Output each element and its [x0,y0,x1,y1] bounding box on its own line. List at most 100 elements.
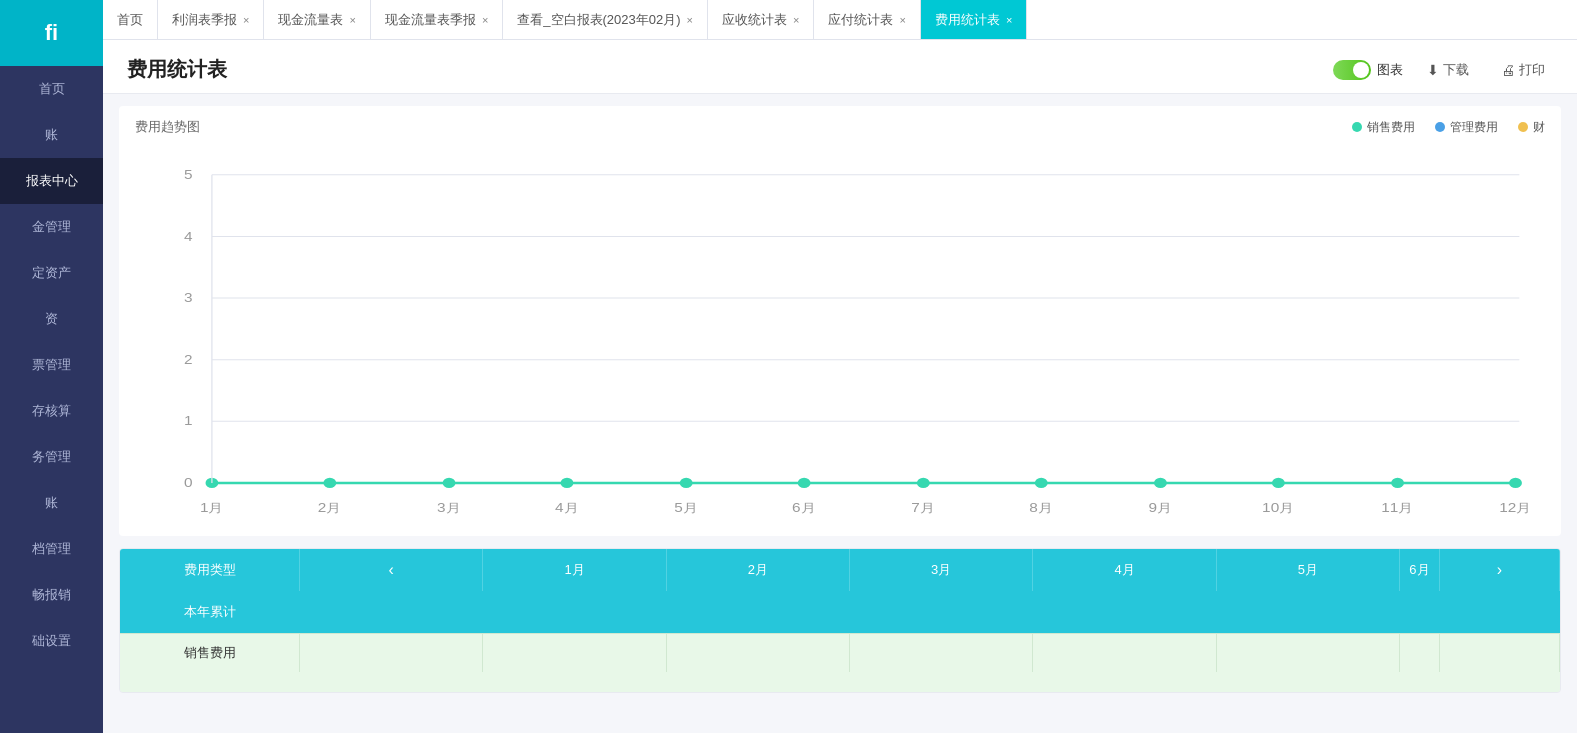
svg-text:8月: 8月 [1029,500,1053,514]
sidebar-item-home[interactable]: 首页 [0,66,103,112]
svg-text:3: 3 [184,291,193,305]
close-tab-profit[interactable]: × [243,14,249,26]
svg-point-30 [917,478,930,488]
close-tab-cashflow-quarterly[interactable]: × [482,14,488,26]
col-nav-next[interactable]: › [1440,549,1560,591]
sidebar-item-fund-mgmt[interactable]: 金管理 [0,204,103,250]
sidebar-item-account[interactable]: 账 [0,112,103,158]
chart-header: 费用趋势图 销售费用 管理费用 财 [135,118,1545,136]
svg-text:10月: 10月 [1262,500,1295,514]
svg-text:12月: 12月 [1499,500,1532,514]
close-tab-receivable[interactable]: × [793,14,799,26]
svg-point-35 [1509,478,1522,488]
sidebar-item-capital[interactable]: 资 [0,296,103,342]
sidebar-item-cancel[interactable]: 畅报销 [0,572,103,618]
legend-label-finance: 财 [1533,119,1545,136]
download-button[interactable]: ⬇ 下载 [1419,57,1477,83]
col-mar: 3月 [850,549,1033,591]
svg-text:6月: 6月 [792,500,816,514]
app-logo: fi [0,0,103,66]
svg-text:11月: 11月 [1381,500,1414,514]
cell-may [1217,634,1400,672]
svg-point-34 [1391,478,1404,488]
cell-mar [850,634,1033,672]
cell-nav-space [300,634,483,672]
table-row: 销售费用 [120,633,1560,692]
col-nav-prev[interactable]: ‹ [300,549,483,591]
tab-profit-quarterly[interactable]: 利润表季报 × [158,0,264,40]
table-header: 费用类型 ‹ 1月 2月 3月 4月 5月 6月 [120,549,1560,633]
col-may: 5月 [1217,549,1400,591]
sidebar-item-service[interactable]: 务管理 [0,434,103,480]
chart-container: 5 4 3 2 1 0 1月 2月 3月 4月 5月 6月 7月 8月 9月 [135,144,1545,524]
svg-text:5月: 5月 [674,500,698,514]
col-ytd: 本年累计 [120,591,300,633]
svg-point-33 [1272,478,1285,488]
svg-text:5: 5 [184,167,193,181]
tabs-bar: 首页 利润表季报 × 现金流量表 × 现金流量表季报 × 查看_空白报表(202… [103,0,1577,40]
svg-text:0: 0 [184,476,193,490]
legend-mgmt: 管理费用 [1435,119,1498,136]
header-actions: 图表 ⬇ 下载 🖨 打印 [1333,57,1553,83]
svg-text:3月: 3月 [437,500,461,514]
sidebar-item-report-center[interactable]: 报表中心 [0,158,103,204]
tab-expense[interactable]: 费用统计表 × [921,0,1027,40]
print-button[interactable]: 🖨 打印 [1493,57,1553,83]
svg-text:4月: 4月 [555,500,579,514]
chart-section: 费用趋势图 销售费用 管理费用 财 [119,106,1561,536]
sidebar-item-inventory[interactable]: 存核算 [0,388,103,434]
chart-toggle-wrap: 图表 [1333,60,1403,80]
tab-home[interactable]: 首页 [103,0,158,40]
svg-text:4: 4 [184,229,193,243]
page-header: 费用统计表 图表 ⬇ 下载 🖨 打印 [103,40,1577,94]
svg-point-31 [1035,478,1048,488]
tab-blank-report[interactable]: 查看_空白报表(2023年02月) × [503,0,708,40]
svg-point-25 [323,478,336,488]
sidebar-item-archive[interactable]: 档管理 [0,526,103,572]
legend-finance: 财 [1518,119,1545,136]
cell-ytd [120,672,300,692]
close-tab-blank-report[interactable]: × [687,14,693,26]
tab-cashflow[interactable]: 现金流量表 × [264,0,370,40]
tab-receivable[interactable]: 应收统计表 × [708,0,814,40]
svg-point-26 [443,478,456,488]
sidebar: fi 首页 账 报表中心 金管理 定资产 资 票管理 存核算 务管理 账 档管理… [0,0,103,733]
page-title: 费用统计表 [127,56,227,83]
legend-label-sales: 销售费用 [1367,119,1415,136]
main-area: 首页 利润表季报 × 现金流量表 × 现金流量表季报 × 查看_空白报表(202… [103,0,1577,733]
cell-nav-space2 [1440,634,1560,672]
sidebar-item-fixed-assets[interactable]: 定资产 [0,250,103,296]
close-tab-cashflow[interactable]: × [349,14,355,26]
chart-title: 费用趋势图 [135,118,200,136]
col-apr: 4月 [1033,549,1216,591]
sidebar-item-invoice[interactable]: 票管理 [0,342,103,388]
cell-feb [667,634,850,672]
close-tab-payable[interactable]: × [899,14,905,26]
svg-text:9月: 9月 [1148,500,1172,514]
cell-apr [1033,634,1216,672]
close-tab-expense[interactable]: × [1006,14,1012,26]
legend-dot-sales [1352,122,1362,132]
legend-dot-finance [1518,122,1528,132]
table-section: 费用类型 ‹ 1月 2月 3月 4月 5月 6月 [119,548,1561,693]
tab-cashflow-quarterly[interactable]: 现金流量表季报 × [371,0,503,40]
svg-point-29 [798,478,811,488]
svg-text:2月: 2月 [318,500,342,514]
svg-point-32 [1154,478,1167,488]
svg-text:7月: 7月 [911,500,935,514]
chart-legend: 销售费用 管理费用 财 [1352,119,1545,136]
tab-payable[interactable]: 应付统计表 × [814,0,920,40]
legend-dot-mgmt [1435,122,1445,132]
svg-text:1月: 1月 [200,500,224,514]
sidebar-item-account2[interactable]: 账 [0,480,103,526]
svg-point-27 [561,478,574,488]
cell-jan [483,634,666,672]
chart-toggle[interactable] [1333,60,1371,80]
legend-label-mgmt: 管理费用 [1450,119,1498,136]
cell-expense-type: 销售费用 [120,634,300,672]
sidebar-item-basic-settings[interactable]: 础设置 [0,618,103,664]
col-expense-type: 费用类型 [120,549,300,591]
svg-point-28 [680,478,693,488]
col-jan: 1月 [483,549,666,591]
cell-jun [1400,634,1440,672]
